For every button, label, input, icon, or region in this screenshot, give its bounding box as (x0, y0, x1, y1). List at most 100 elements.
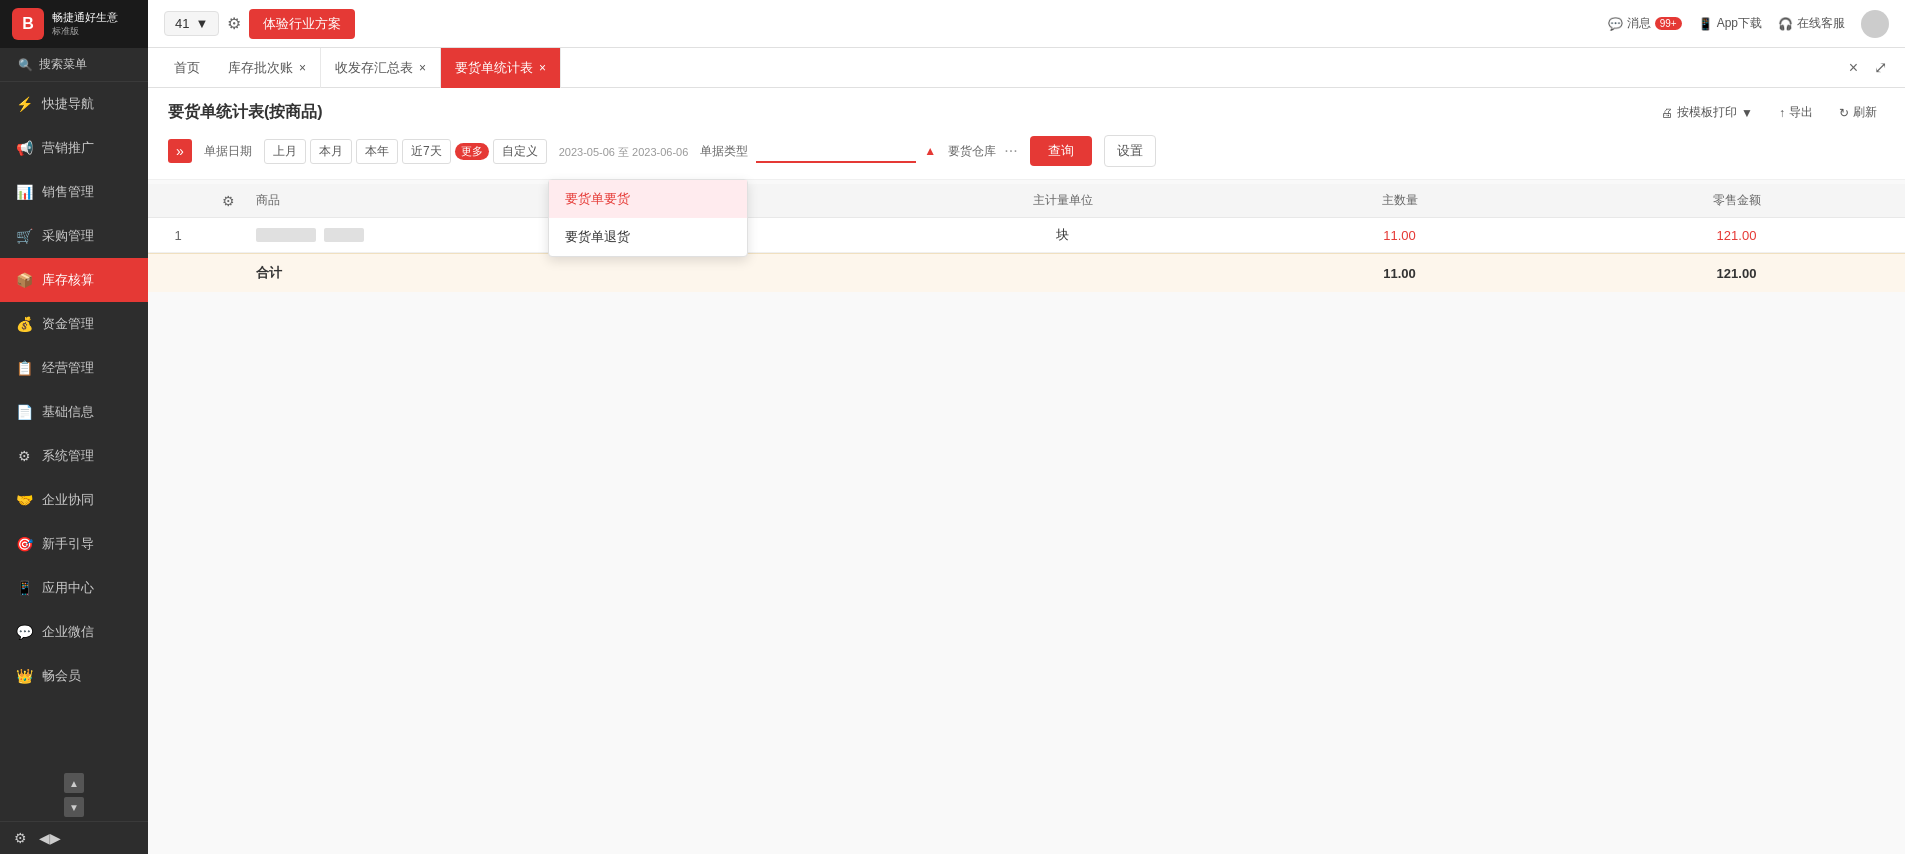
table-header: ⚙ 商品 主计量单位 主数量 零售金额 (148, 184, 1905, 218)
query-button[interactable]: 查询 (1030, 136, 1092, 166)
th-amount: 零售金额 (1568, 192, 1905, 209)
app-download-btn[interactable]: 📱 App下载 (1698, 15, 1762, 32)
search-icon: 🔍 (18, 58, 33, 72)
system-icon: ⚙ (14, 446, 34, 466)
filter-toggle-btn[interactable]: » (168, 139, 192, 163)
sidebar-item-system[interactable]: ⚙ 系统管理 (0, 434, 148, 478)
main-area: 41 ▼ ⚙ 体验行业方案 💬 消息 99+ 📱 App下载 🎧 在线客服 (148, 0, 1905, 854)
user-avatar[interactable] (1861, 10, 1889, 38)
maximize-btn[interactable]: ⤢ (1868, 56, 1893, 79)
sidebar-item-purchase[interactable]: 🛒 采购管理 (0, 214, 148, 258)
footer-qty: 11.00 (1231, 266, 1568, 281)
trial-button[interactable]: 体验行业方案 (249, 9, 355, 39)
print-icon: 🖨 (1661, 106, 1673, 120)
td-amount-1: 121.00 (1568, 228, 1905, 243)
sidebar-item-app-center[interactable]: 📱 应用中心 (0, 566, 148, 610)
sales-icon: 📊 (14, 182, 34, 202)
sidebar-item-quick-nav[interactable]: ⚡ 快捷导航 (0, 82, 148, 126)
warehouse-label: 要货仓库 (948, 143, 996, 160)
app-center-icon: 📱 (14, 578, 34, 598)
topbar: 41 ▼ ⚙ 体验行业方案 💬 消息 99+ 📱 App下载 🎧 在线客服 (148, 0, 1905, 48)
print-chevron-icon: ▼ (1741, 106, 1753, 120)
tab-close-receive-summary[interactable]: × (419, 61, 426, 75)
sidebar-item-operations[interactable]: 📋 经营管理 (0, 346, 148, 390)
more-date-badge[interactable]: 更多 (455, 143, 489, 160)
page-content: 要货单统计表(按商品) 🖨 按模板打印 ▼ ↑ 导出 ↻ 刷新 » (148, 88, 1905, 854)
tab-inventory-batch[interactable]: 库存批次账 × (214, 48, 321, 88)
footer-amount: 121.00 (1568, 266, 1905, 281)
td-seq-1: 1 (148, 228, 208, 243)
type-dropdown-arrow[interactable]: ▲ (924, 144, 936, 158)
topbar-settings-icon[interactable]: ⚙ (227, 14, 241, 33)
tab-actions: × ⤢ (1843, 56, 1893, 79)
operations-icon: 📋 (14, 358, 34, 378)
column-settings-icon[interactable]: ⚙ (222, 193, 235, 209)
warehouse-section: 要货仓库 ··· (948, 142, 1017, 160)
last-month-btn[interactable]: 上月 (264, 139, 306, 164)
page-actions: 🖨 按模板打印 ▼ ↑ 导出 ↻ 刷新 (1653, 100, 1885, 125)
last-7-days-btn[interactable]: 近7天 (402, 139, 451, 164)
sidebar: B 畅捷通好生意 标准版 🔍 搜索菜单 ⚡ 快捷导航 📢 营销推广 📊 销售管理… (0, 0, 148, 854)
th-settings: ⚙ (208, 193, 248, 209)
page-header: 要货单统计表(按商品) 🖨 按模板打印 ▼ ↑ 导出 ↻ 刷新 (148, 88, 1905, 125)
sidebar-item-weixin[interactable]: 💬 企业微信 (0, 610, 148, 654)
custom-date-btn[interactable]: 自定义 (493, 139, 547, 164)
weixin-icon: 💬 (14, 622, 34, 642)
filter-type-section: 单据类型 ▲ (700, 139, 936, 163)
th-qty: 主数量 (1231, 192, 1568, 209)
sidebar-item-member[interactable]: 👑 畅会员 (0, 654, 148, 698)
sidebar-item-enterprise[interactable]: 🤝 企业协同 (0, 478, 148, 522)
filter-area: » 单据日期 上月 本月 本年 近7天 更多 自定义 2023-05-06 至 … (148, 125, 1905, 180)
th-unit: 主计量单位 (894, 192, 1231, 209)
sidebar-item-guide[interactable]: 🎯 新手引导 (0, 522, 148, 566)
sidebar-toggle-icon[interactable]: ◀▶ (39, 830, 61, 846)
account-selector[interactable]: 41 ▼ (164, 11, 219, 36)
sidebar-settings-icon[interactable]: ⚙ (14, 830, 27, 846)
refresh-btn[interactable]: ↻ 刷新 (1831, 100, 1885, 125)
tab-close-inventory-batch[interactable]: × (299, 61, 306, 75)
footer-label: 合计 (248, 264, 894, 282)
sidebar-item-sales[interactable]: 📊 销售管理 (0, 170, 148, 214)
dropdown-item-order-return[interactable]: 要货单退货 (549, 218, 747, 256)
this-month-btn[interactable]: 本月 (310, 139, 352, 164)
date-buttons: 上月 本月 本年 近7天 更多 自定义 (264, 139, 547, 164)
app-icon: 📱 (1698, 17, 1713, 31)
tab-close-order-summary[interactable]: × (539, 61, 546, 75)
close-all-tabs-btn[interactable]: × (1843, 57, 1864, 79)
table-area: ⚙ 商品 主计量单位 主数量 零售金额 1 块 11.00 121.00 (148, 184, 1905, 253)
sidebar-item-marketing[interactable]: 📢 营销推广 (0, 126, 148, 170)
sidebar-scroll-down[interactable]: ▼ (64, 797, 84, 817)
type-filter-input[interactable] (756, 139, 916, 163)
sidebar-item-finance[interactable]: 💰 资金管理 (0, 302, 148, 346)
date-range-text: 2023-05-06 至 2023-06-06 (559, 145, 689, 160)
this-year-btn[interactable]: 本年 (356, 139, 398, 164)
tab-order-summary[interactable]: 要货单统计表 × (441, 48, 561, 88)
warehouse-more-icon[interactable]: ··· (1004, 142, 1017, 160)
sidebar-scroll-up[interactable]: ▲ (64, 773, 84, 793)
tab-home[interactable]: 首页 (160, 48, 214, 88)
export-icon: ↑ (1779, 106, 1785, 120)
basic-info-icon: 📄 (14, 402, 34, 422)
export-btn[interactable]: ↑ 导出 (1771, 100, 1821, 125)
sidebar-search[interactable]: 🔍 搜索菜单 (0, 48, 148, 82)
print-template-btn[interactable]: 🖨 按模板打印 ▼ (1653, 100, 1761, 125)
table-row: 1 块 11.00 121.00 (148, 218, 1905, 253)
purchase-icon: 🛒 (14, 226, 34, 246)
chevron-down-icon: ▼ (195, 16, 208, 31)
type-dropdown-menu: 要货单要货 要货单退货 (548, 179, 748, 257)
refresh-icon: ↻ (1839, 106, 1849, 120)
member-icon: 👑 (14, 666, 34, 686)
sidebar-item-basic-info[interactable]: 📄 基础信息 (0, 390, 148, 434)
sidebar-item-inventory[interactable]: 📦 库存核算 (0, 258, 148, 302)
tabbar: 首页 库存批次账 × 收发存汇总表 × 要货单统计表 × × ⤢ (148, 48, 1905, 88)
tab-receive-summary[interactable]: 收发存汇总表 × (321, 48, 441, 88)
app-logo-icon: B (12, 8, 44, 40)
settings-filter-button[interactable]: 设置 (1104, 135, 1156, 167)
message-icon: 💬 (1608, 17, 1623, 31)
dropdown-item-order-goods[interactable]: 要货单要货 (549, 180, 747, 218)
quick-nav-icon: ⚡ (14, 94, 34, 114)
messages-btn[interactable]: 💬 消息 99+ (1608, 15, 1682, 32)
marketing-icon: 📢 (14, 138, 34, 158)
sidebar-logo: B 畅捷通好生意 标准版 (0, 0, 148, 48)
online-service-btn[interactable]: 🎧 在线客服 (1778, 15, 1845, 32)
